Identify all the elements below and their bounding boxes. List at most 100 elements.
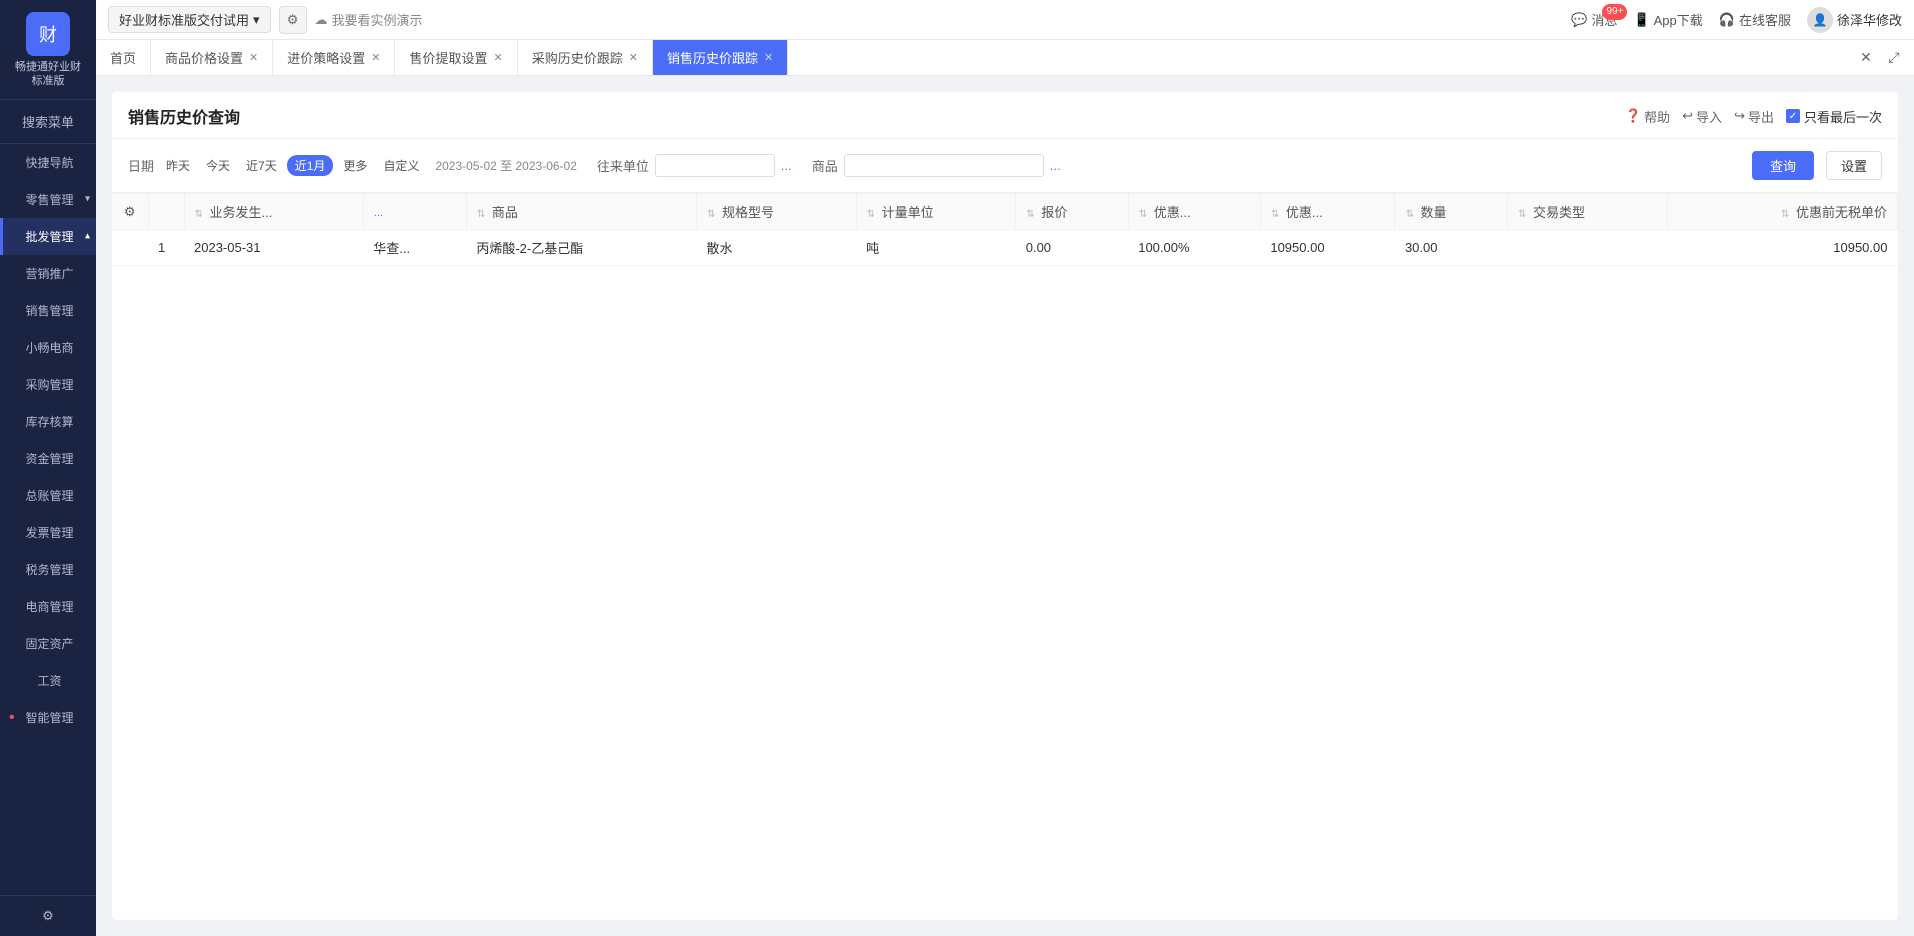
col-discount2[interactable]: ⇅ 优惠... — [1260, 194, 1395, 230]
sidebar-item-finance[interactable]: 资金管理 — [0, 440, 96, 477]
tab-sale-history-close[interactable]: ✕ — [764, 51, 773, 64]
col-seq — [148, 194, 184, 230]
col-price[interactable]: ⇅ 报价 — [1016, 194, 1128, 230]
tab-sale-history[interactable]: 销售历史价跟踪 ✕ — [653, 40, 788, 76]
help-button[interactable]: ❓ 帮助 — [1625, 107, 1670, 126]
date-opt-7days[interactable]: 近7天 — [240, 155, 283, 176]
app-download-label: App下载 — [1654, 10, 1703, 29]
tab-purchase-history-close[interactable]: ✕ — [629, 51, 638, 64]
sidebar-item-ecommerce[interactable]: 电商管理 — [0, 588, 96, 625]
date-filter-group: 日期 昨天 今天 近7天 近1月 更多 自定义 2023-05-02 至 202… — [128, 155, 577, 176]
sidebar-item-label: 税务管理 — [25, 561, 73, 578]
sidebar-item-purchase[interactable]: 采购管理 — [0, 366, 96, 403]
logo-text: 畅捷通好业财标准版 — [15, 60, 81, 89]
sidebar-item-label: 小畅电商 — [25, 339, 73, 356]
tab-sale-history-label: 销售历史价跟踪 — [667, 48, 758, 67]
sidebar-item-quick-nav[interactable]: 快捷导航 — [0, 144, 96, 181]
col-more-icon[interactable]: ... — [374, 207, 383, 219]
sidebar-item-assets[interactable]: 固定资产 — [0, 625, 96, 662]
tab-bar: 首页 商品价格设置 ✕ 进价策略设置 ✕ 售价提取设置 ✕ 采购历史价跟踪 ✕ … — [96, 40, 1914, 76]
cell-unit: 吨 — [856, 230, 1016, 266]
page-container: 销售历史价查询 ❓ 帮助 ↩ 导入 ↪ 导出 ✓ — [112, 92, 1898, 920]
sidebar-item-label: 工资 — [37, 672, 61, 689]
sidebar-item-tax[interactable]: 税务管理 — [0, 551, 96, 588]
user-menu[interactable]: 👤 徐泽华修改 — [1807, 7, 1902, 33]
tab-purchase-strategy-close[interactable]: ✕ — [371, 51, 380, 64]
table-container: ⚙ ⇅ 业务发生... ... ⇅ — [112, 193, 1898, 282]
sidebar-item-invoice[interactable]: 发票管理 — [0, 514, 96, 551]
only-last-checkbox[interactable]: ✓ — [1786, 109, 1800, 123]
tab-sale-extract-close[interactable]: ✕ — [494, 51, 503, 64]
col-more1[interactable]: ... — [363, 194, 466, 230]
logo-icon: 财 — [26, 12, 70, 56]
goods-input[interactable] — [844, 154, 1044, 177]
app-download-button[interactable]: 📱 App下载 — [1633, 10, 1702, 29]
tab-maximize-button[interactable]: ⤢ — [1882, 46, 1906, 70]
tab-close-all-button[interactable]: ✕ — [1854, 46, 1878, 70]
sidebar-item-general-ledger[interactable]: 总账管理 — [0, 477, 96, 514]
message-icon: 💬 — [1571, 12, 1587, 28]
col-pretax-price[interactable]: ⇅ 优惠前无税单价 — [1667, 194, 1897, 230]
sidebar-item-label: 销售管理 — [25, 302, 73, 319]
goods-ellipsis[interactable]: ... — [1050, 158, 1061, 173]
sidebar-item-marketing[interactable]: 营销推广 — [0, 255, 96, 292]
sidebar-item-salary[interactable]: 工资 — [0, 662, 96, 699]
settings-button[interactable]: 设置 — [1826, 151, 1882, 180]
col-spec[interactable]: ⇅ 规格型号 — [696, 194, 856, 230]
import-button[interactable]: ↩ 导入 — [1682, 107, 1722, 126]
gear-icon: ⚙ — [124, 204, 136, 219]
sort-icon: ⇅ — [1026, 209, 1034, 220]
date-opt-custom[interactable]: 自定义 — [377, 155, 425, 176]
cell-spec: 散水 — [696, 230, 856, 266]
sort-icon: ⇅ — [867, 209, 875, 220]
sidebar-item-ecommerce-small[interactable]: 小畅电商 — [0, 329, 96, 366]
version-settings-button[interactable]: ⚙ — [279, 6, 307, 34]
from-unit-ellipsis[interactable]: ... — [781, 158, 792, 173]
cell-goods: 丙烯酸-2-乙基己酯 — [466, 230, 696, 266]
col-trans-type[interactable]: ⇅ 交易类型 — [1507, 194, 1667, 230]
sidebar-item-label: 快捷导航 — [25, 154, 73, 171]
only-last-checkbox-label[interactable]: ✓ 只看最后一次 — [1786, 107, 1882, 126]
sidebar-search-section[interactable]: 搜索菜单 — [0, 100, 96, 144]
sort-icon: ⇅ — [1271, 209, 1279, 220]
col-discount1[interactable]: ⇅ 优惠... — [1128, 194, 1260, 230]
version-selector[interactable]: 好业财标准版交付试用 ▾ — [108, 6, 271, 33]
message-badge: 99+ — [1602, 4, 1627, 20]
cell-more1: 华查... — [363, 230, 466, 266]
sidebar-item-sales[interactable]: 销售管理 — [0, 292, 96, 329]
query-button[interactable]: 查询 — [1752, 151, 1814, 180]
online-service-button[interactable]: 🎧 在线客服 — [1719, 10, 1791, 29]
help-label: 帮助 — [1644, 107, 1670, 126]
sidebar-item-label: 智能管理 — [25, 709, 73, 726]
tab-home[interactable]: 首页 — [96, 40, 151, 76]
tab-purchase-strategy[interactable]: 进价策略设置 ✕ — [273, 40, 395, 76]
col-goods[interactable]: ⇅ 商品 — [466, 194, 696, 230]
sidebar-item-wholesale[interactable]: 批发管理 ▴ — [0, 218, 96, 255]
sidebar-item-retail[interactable]: 零售管理 ▾ — [0, 181, 96, 218]
sidebar-item-label: 零售管理 — [25, 191, 73, 208]
message-button[interactable]: 💬 消息 99+ — [1571, 10, 1617, 29]
sidebar-settings-button[interactable]: ⚙ — [0, 895, 96, 936]
col-quantity[interactable]: ⇅ 数量 — [1395, 194, 1507, 230]
goods-filter-group: 商品 ... — [812, 154, 1061, 177]
tab-price-close[interactable]: ✕ — [249, 51, 258, 64]
date-opt-more[interactable]: 更多 — [337, 155, 373, 176]
col-biz-date[interactable]: ⇅ 业务发生... — [184, 194, 363, 230]
date-opt-1month[interactable]: 近1月 — [287, 155, 334, 176]
sidebar-item-smart[interactable]: 智能管理 — [0, 699, 96, 736]
date-opt-yesterday[interactable]: 昨天 — [160, 155, 196, 176]
tab-price[interactable]: 商品价格设置 ✕ — [151, 40, 273, 76]
tab-home-label: 首页 — [110, 48, 136, 67]
col-unit[interactable]: ⇅ 计量单位 — [856, 194, 1016, 230]
demo-button[interactable]: ☁ 我要看实例演示 — [315, 10, 423, 29]
export-button[interactable]: ↪ 导出 — [1734, 107, 1774, 126]
date-opt-today[interactable]: 今天 — [200, 155, 236, 176]
sidebar-item-inventory[interactable]: 库存核算 — [0, 403, 96, 440]
tab-purchase-history[interactable]: 采购历史价跟踪 ✕ — [518, 40, 653, 76]
tab-sale-extract[interactable]: 售价提取设置 ✕ — [395, 40, 517, 76]
gear-icon: ⚙ — [287, 12, 299, 28]
col-gear[interactable]: ⚙ — [112, 194, 148, 230]
search-menu-button[interactable]: 搜索菜单 — [10, 108, 86, 135]
from-unit-input[interactable] — [655, 154, 775, 177]
sidebar-item-label: 资金管理 — [25, 450, 73, 467]
